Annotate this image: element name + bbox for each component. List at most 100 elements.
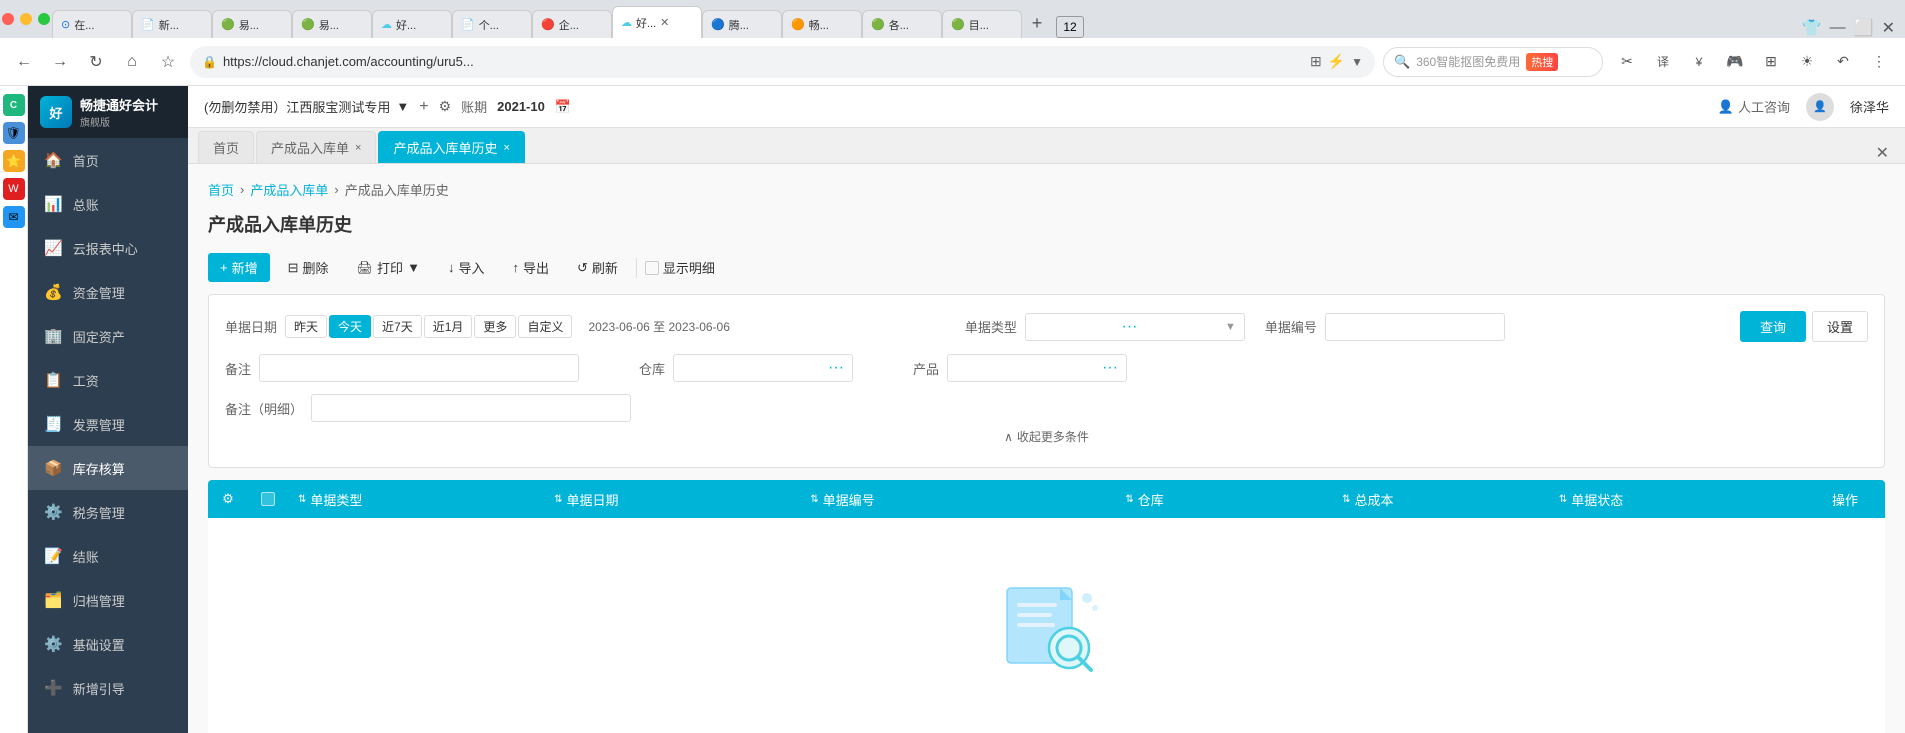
sidebar-item-finance[interactable]: 💰 资金管理 <box>28 270 188 314</box>
shirt-icon[interactable]: 👕 <box>1802 18 1822 38</box>
page-tab-home[interactable]: 首页 <box>198 131 254 163</box>
tab-1[interactable]: ⊙ 在... <box>52 10 132 38</box>
tab-5[interactable]: ☁ 好... <box>372 10 452 38</box>
num-input[interactable] <box>1325 313 1505 341</box>
minimize-btn[interactable]: — <box>1830 19 1846 37</box>
detail-notes-input[interactable] <box>311 394 631 422</box>
new-btn[interactable]: + 新增 <box>208 253 270 282</box>
breadcrumb-home[interactable]: 首页 <box>208 180 234 199</box>
restore-btn[interactable]: ⬜ <box>1854 18 1874 38</box>
tab-3[interactable]: 🟢 易... <box>212 10 292 38</box>
sidebar-item-invoice[interactable]: 🧾 发票管理 <box>28 402 188 446</box>
page-tab-history[interactable]: 产成品入库单历史 × <box>378 131 524 163</box>
sidebar-item-salary[interactable]: 📋 工资 <box>28 358 188 402</box>
export-btn[interactable]: ↑ 导出 <box>502 254 559 281</box>
star-icon[interactable]: ⭐ <box>3 150 25 172</box>
delete-btn[interactable]: ⊟ 删除 <box>278 254 339 281</box>
tab-4[interactable]: 🟢 易... <box>292 10 372 38</box>
sidebar-item-settlement[interactable]: 📝 结账 <box>28 534 188 578</box>
today-btn[interactable]: 今天 <box>329 315 371 338</box>
notes-input[interactable] <box>259 354 579 382</box>
tab-7[interactable]: 🔴 企... <box>532 10 612 38</box>
tab-11[interactable]: 🟢 各... <box>862 10 942 38</box>
tab-12[interactable]: 🟢 目... <box>942 10 1022 38</box>
grid-view-icon[interactable]: ⊞ <box>1755 46 1787 78</box>
type-select[interactable]: ··· ▼ <box>1025 313 1245 341</box>
custom-date-btn[interactable]: 自定义 <box>518 315 572 338</box>
url-bar[interactable]: 🔒 https://cloud.chanjet.com/accounting/u… <box>190 46 1375 78</box>
th-settings[interactable]: ⚙ <box>208 491 248 507</box>
game-icon[interactable]: 🎮 <box>1719 46 1751 78</box>
minimize-window-btn[interactable] <box>20 13 32 25</box>
shield-icon[interactable]: 🛡 <box>3 122 25 144</box>
home-browser-btn[interactable]: ⌂ <box>118 48 146 76</box>
th-date[interactable]: ⇅ 单据日期 <box>544 490 800 509</box>
redo-icon[interactable]: ↶ <box>1827 46 1859 78</box>
type-dropdown-icon[interactable]: ▼ <box>1225 321 1236 333</box>
product-select[interactable]: ··· <box>947 354 1127 382</box>
th-status[interactable]: ⇅ 单据状态 <box>1549 490 1805 509</box>
print-btn[interactable]: 🖨 打印 ▼ <box>347 254 430 281</box>
brightness-icon[interactable]: ☀ <box>1791 46 1823 78</box>
th-num[interactable]: ⇅ 单据编号 <box>800 490 1115 509</box>
translate-icon[interactable]: 译 <box>1647 46 1679 78</box>
panel-close-btn[interactable]: ✕ <box>1868 143 1897 163</box>
tab-9[interactable]: 🔵 腾... <box>702 10 782 38</box>
user-avatar[interactable]: 👤 <box>1806 93 1834 121</box>
search-submit-btn[interactable]: 查询 <box>1740 311 1806 342</box>
refresh-browser-btn[interactable]: ↻ <box>82 48 110 76</box>
settings-company-btn[interactable]: ⚙ <box>439 98 452 115</box>
close-window-btn[interactable] <box>2 13 14 25</box>
mail-icon[interactable]: ✉ <box>3 206 25 228</box>
last7-btn[interactable]: 近7天 <box>373 315 422 338</box>
header-checkbox[interactable] <box>261 492 275 506</box>
more-date-btn[interactable]: 更多 <box>474 315 516 338</box>
last-month-btn[interactable]: 近1月 <box>424 315 473 338</box>
sidebar-item-ledger[interactable]: 📊 总账 <box>28 182 188 226</box>
user-service-btn[interactable]: 👤 人工咨询 <box>1718 97 1790 116</box>
tab-8-close[interactable]: ✕ <box>660 16 669 29</box>
tab-8-active[interactable]: ☁ 好... ✕ <box>612 6 702 38</box>
weibo-icon[interactable]: W <box>3 178 25 200</box>
url-dropdown-icon[interactable]: ▼ <box>1351 55 1363 69</box>
add-company-btn[interactable]: + <box>419 98 428 116</box>
sidebar-item-tax[interactable]: ⚙️ 税务管理 <box>28 490 188 534</box>
company-selector[interactable]: (勿删勿禁用）江西服宝测试专用 ▼ <box>204 97 409 116</box>
page-tab-list[interactable]: 产成品入库单 × <box>256 131 376 163</box>
scissors-icon[interactable]: ✂ <box>1611 46 1643 78</box>
breadcrumb-parent[interactable]: 产成品入库单 <box>250 180 328 199</box>
checkbox-display[interactable] <box>645 261 659 275</box>
bookmark-btn[interactable]: ☆ <box>154 48 182 76</box>
sidebar-item-assets[interactable]: 🏢 固定资产 <box>28 314 188 358</box>
collapse-btn[interactable]: ∧ 收起更多条件 <box>225 422 1868 451</box>
warehouse-select[interactable]: ··· <box>673 354 853 382</box>
close-btn[interactable]: ✕ <box>1882 18 1895 38</box>
th-cost[interactable]: ⇅ 总成本 <box>1332 490 1549 509</box>
page-tab-history-close[interactable]: × <box>503 142 509 154</box>
sidebar-item-home[interactable]: 🏠 首页 <box>28 138 188 182</box>
import-btn[interactable]: ↓ 导入 <box>438 254 495 281</box>
settings-submit-btn[interactable]: 设置 <box>1812 311 1868 342</box>
sidebar-item-inventory[interactable]: 📦 库存核算 <box>28 446 188 490</box>
sidebar-item-archive[interactable]: 🗂️ 归档管理 <box>28 578 188 622</box>
refresh-btn[interactable]: ↺ 刷新 <box>567 254 628 281</box>
sidebar-item-basic[interactable]: ⚙️ 基础设置 <box>28 622 188 666</box>
tab-2[interactable]: 📄 新... <box>132 10 212 38</box>
new-tab-btn[interactable]: + <box>1022 8 1052 38</box>
tab-6[interactable]: 📄 个... <box>452 10 532 38</box>
forward-btn[interactable]: → <box>46 48 74 76</box>
th-type[interactable]: ⇅ 单据类型 <box>288 490 544 509</box>
tab-10[interactable]: 🟠 畅... <box>782 10 862 38</box>
th-warehouse[interactable]: ⇅ 仓库 <box>1115 490 1332 509</box>
search-bar-360[interactable]: 🔍 360智能抠图免费用 热搜 <box>1383 47 1603 77</box>
calendar-icon[interactable]: 📅 <box>555 99 571 115</box>
page-tab-list-close[interactable]: × <box>355 142 361 154</box>
th-checkbox[interactable] <box>248 492 288 506</box>
sidebar-item-report[interactable]: 📈 云报表中心 <box>28 226 188 270</box>
back-btn[interactable]: ← <box>10 48 38 76</box>
yesterday-btn[interactable]: 昨天 <box>285 315 327 338</box>
browser-settings-icon[interactable]: ⋮ <box>1863 46 1895 78</box>
chanjet-icon[interactable]: C <box>3 94 25 116</box>
wallet-icon[interactable]: ¥ <box>1683 46 1715 78</box>
maximize-window-btn[interactable] <box>38 13 50 25</box>
